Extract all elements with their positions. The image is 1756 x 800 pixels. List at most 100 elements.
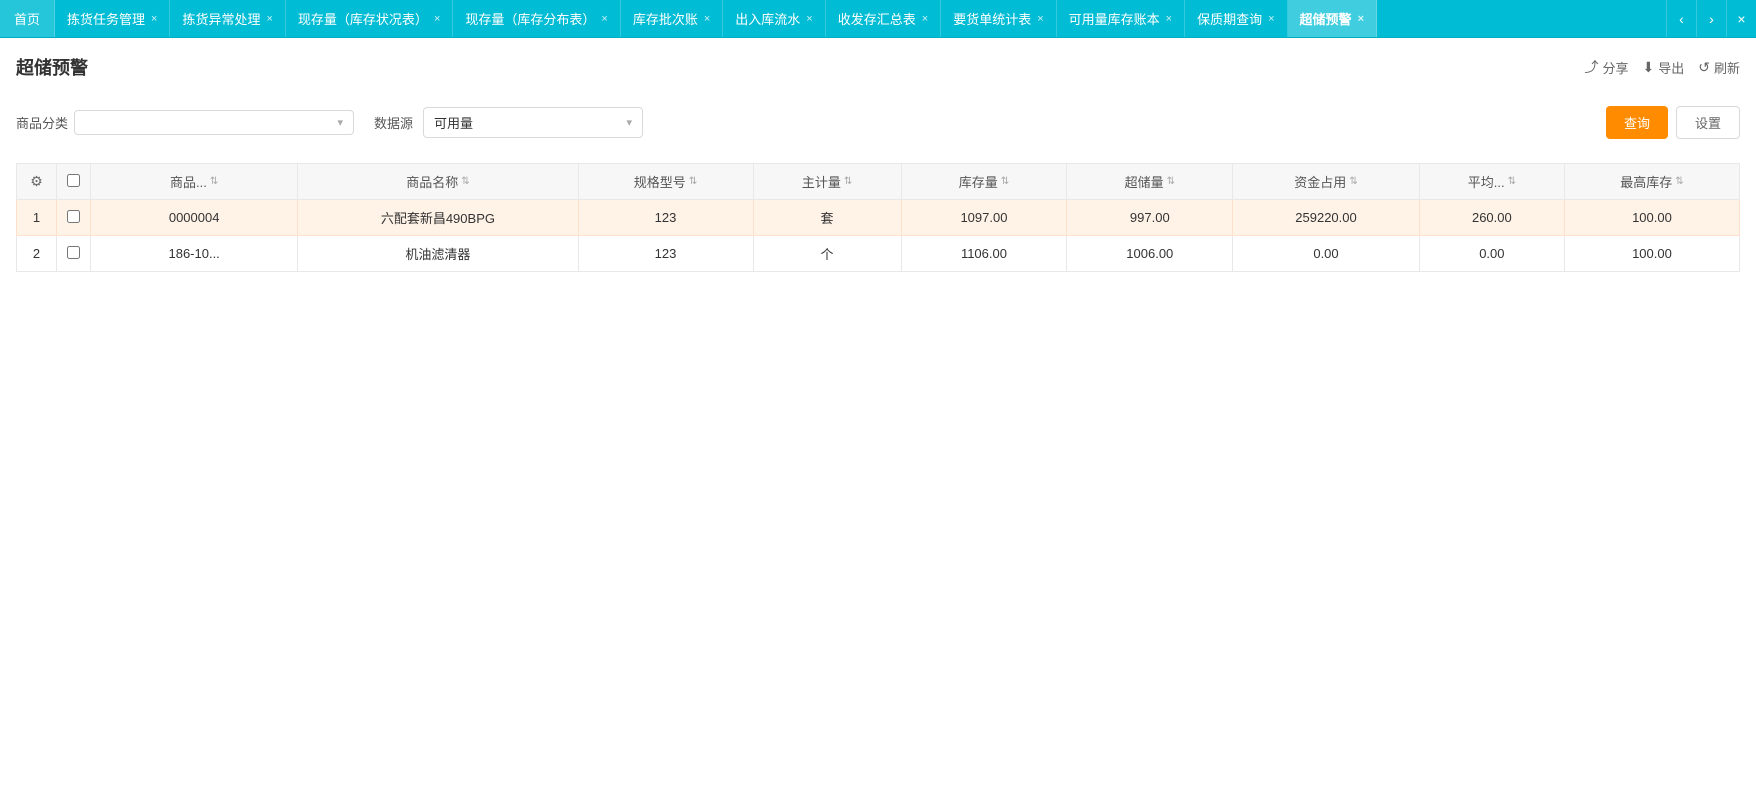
- settings-button[interactable]: 设置: [1676, 106, 1740, 139]
- refresh-button[interactable]: ↺ 刷新: [1698, 58, 1740, 77]
- th-over-label: 超储量: [1125, 172, 1164, 191]
- nav-close-pick-task[interactable]: ×: [151, 13, 157, 25]
- cell-unit-0: 套: [753, 200, 901, 236]
- nav-home-label: 首页: [14, 9, 40, 28]
- nav-stock-status-label: 现存量（库存状况表）: [298, 9, 428, 28]
- cell-num-0: 1: [17, 200, 57, 236]
- filter-buttons: 查询 设置: [1606, 106, 1740, 139]
- th-stock-sort[interactable]: 库存量 ⇅: [959, 172, 1009, 191]
- th-unit-sort-icon: ⇅: [844, 176, 852, 187]
- share-icon: ⤴: [1584, 57, 1598, 77]
- nav-item-expiry[interactable]: 保质期查询 ×: [1185, 0, 1287, 37]
- th-avg-sort[interactable]: 平均... ⇅: [1468, 172, 1516, 191]
- nav-left-arrow[interactable]: ‹: [1666, 0, 1696, 37]
- th-capital-sort[interactable]: 资金占用 ⇅: [1294, 172, 1357, 191]
- filter-row: 商品分类 ▾ 数据源 可用量 ▾ 查询 设置: [16, 96, 1740, 149]
- th-unit-sort[interactable]: 主计量 ⇅: [802, 172, 852, 191]
- nav-stock-dist-label: 现存量（库存分布表）: [465, 9, 595, 28]
- cell-avg-1: 0.00: [1419, 236, 1564, 272]
- th-over[interactable]: 超储量 ⇅: [1067, 164, 1233, 200]
- nav-close-overstock[interactable]: ×: [1358, 13, 1364, 25]
- refresh-icon: ↺: [1698, 59, 1710, 76]
- export-button[interactable]: ⬇ 导出: [1643, 58, 1685, 77]
- nav-item-summary[interactable]: 收发存汇总表 ×: [826, 0, 941, 37]
- th-code[interactable]: 商品... ⇅: [91, 164, 298, 200]
- th-max-stock[interactable]: 最高库存 ⇅: [1564, 164, 1739, 200]
- nav-close-inout-flow[interactable]: ×: [806, 13, 812, 25]
- nav-item-avail-book[interactable]: 可用量库存账本 ×: [1057, 0, 1185, 37]
- share-button[interactable]: ⤴ 分享: [1584, 57, 1628, 77]
- nav-item-batch-account[interactable]: 库存批次账 ×: [621, 0, 723, 37]
- nav-pick-exception-label: 拣货异常处理: [182, 9, 260, 28]
- th-over-sort[interactable]: 超储量 ⇅: [1125, 172, 1175, 191]
- th-spec[interactable]: 规格型号 ⇅: [578, 164, 753, 200]
- th-checkbox[interactable]: [57, 164, 91, 200]
- cell-name-1: 机油滤清器: [298, 236, 578, 272]
- th-spec-label: 规格型号: [634, 172, 686, 191]
- cell-checkbox-0[interactable]: [57, 200, 91, 236]
- th-settings[interactable]: ⚙: [17, 164, 57, 200]
- th-max-stock-label: 最高库存: [1620, 172, 1672, 191]
- page-content: 超储预警 ⤴ 分享 ⬇ 导出 ↺ 刷新 商品分类 ▾ 数据源: [0, 38, 1756, 800]
- nav-item-stock-dist[interactable]: 现存量（库存分布表） ×: [453, 0, 620, 37]
- page-title: 超储预警: [16, 54, 88, 80]
- category-select[interactable]: ▾: [74, 110, 354, 135]
- nav-close-summary[interactable]: ×: [922, 13, 928, 25]
- nav-close-pick-exception[interactable]: ×: [266, 13, 272, 25]
- nav-close-all[interactable]: ×: [1726, 0, 1756, 37]
- nav-item-pick-task[interactable]: 拣货任务管理 ×: [55, 0, 170, 37]
- th-name-sort[interactable]: 商品名称 ⇅: [406, 172, 469, 191]
- cell-name-0: 六配套新昌490BPG: [298, 200, 578, 236]
- nav-close-order-stat[interactable]: ×: [1037, 13, 1043, 25]
- cell-stock-1: 1106.00: [901, 236, 1067, 272]
- th-unit[interactable]: 主计量 ⇅: [753, 164, 901, 200]
- category-filter-group: 商品分类 ▾: [16, 110, 354, 135]
- nav-close-stock-status[interactable]: ×: [434, 13, 440, 25]
- th-name[interactable]: 商品名称 ⇅: [298, 164, 578, 200]
- nav-close-batch-account[interactable]: ×: [704, 13, 710, 25]
- nav-avail-book-label: 可用量库存账本: [1069, 9, 1160, 28]
- th-max-stock-sort[interactable]: 最高库存 ⇅: [1620, 172, 1683, 191]
- nav-close-stock-dist[interactable]: ×: [601, 13, 607, 25]
- table-row[interactable]: 2 186-10... 机油滤清器 123 个 1106.00 1006.00 …: [17, 236, 1740, 272]
- cell-checkbox-1[interactable]: [57, 236, 91, 272]
- cell-num-1: 2: [17, 236, 57, 272]
- nav-item-order-stat[interactable]: 要货单统计表 ×: [941, 0, 1056, 37]
- nav-item-inout-flow[interactable]: 出入库流水 ×: [723, 0, 825, 37]
- nav-item-home[interactable]: 首页: [0, 0, 55, 37]
- nav-right-arrow[interactable]: ›: [1696, 0, 1726, 37]
- th-capital-label: 资金占用: [1294, 172, 1346, 191]
- select-all-checkbox[interactable]: [67, 174, 80, 187]
- th-stock-sort-icon: ⇅: [1001, 176, 1009, 187]
- nav-inout-flow-label: 出入库流水: [735, 9, 800, 28]
- cell-code-1: 186-10...: [91, 236, 298, 272]
- row-checkbox-0[interactable]: [67, 210, 80, 223]
- th-code-sort[interactable]: 商品... ⇅: [170, 172, 218, 191]
- th-stock[interactable]: 库存量 ⇅: [901, 164, 1067, 200]
- th-spec-sort[interactable]: 规格型号 ⇅: [634, 172, 697, 191]
- cell-over-0: 997.00: [1067, 200, 1233, 236]
- nav-item-stock-status[interactable]: 现存量（库存状况表） ×: [286, 0, 453, 37]
- nav-pick-task-label: 拣货任务管理: [67, 9, 145, 28]
- datasource-select[interactable]: 可用量 ▾: [423, 107, 643, 138]
- cell-capital-1: 0.00: [1233, 236, 1420, 272]
- th-avg[interactable]: 平均... ⇅: [1419, 164, 1564, 200]
- page-header: 超储预警 ⤴ 分享 ⬇ 导出 ↺ 刷新: [16, 54, 1740, 80]
- row-checkbox-1[interactable]: [67, 246, 80, 259]
- export-icon: ⬇: [1643, 59, 1655, 76]
- cell-code-0: 0000004: [91, 200, 298, 236]
- nav-close-avail-book[interactable]: ×: [1166, 13, 1172, 25]
- cell-max-stock-0: 100.00: [1564, 200, 1739, 236]
- nav-batch-account-label: 库存批次账: [633, 9, 698, 28]
- category-label: 商品分类: [16, 113, 68, 132]
- th-code-sort-icon: ⇅: [210, 176, 218, 187]
- nav-item-overstock[interactable]: 超储预警 ×: [1288, 0, 1377, 37]
- th-capital[interactable]: 资金占用 ⇅: [1233, 164, 1420, 200]
- nav-overstock-label: 超储预警: [1300, 9, 1352, 28]
- nav-item-pick-exception[interactable]: 拣货异常处理 ×: [170, 0, 285, 37]
- th-code-label: 商品...: [170, 172, 207, 191]
- query-button[interactable]: 查询: [1606, 106, 1668, 139]
- gear-icon[interactable]: ⚙: [30, 173, 43, 189]
- nav-close-expiry[interactable]: ×: [1268, 13, 1274, 25]
- table-row[interactable]: 1 0000004 六配套新昌490BPG 123 套 1097.00 997.…: [17, 200, 1740, 236]
